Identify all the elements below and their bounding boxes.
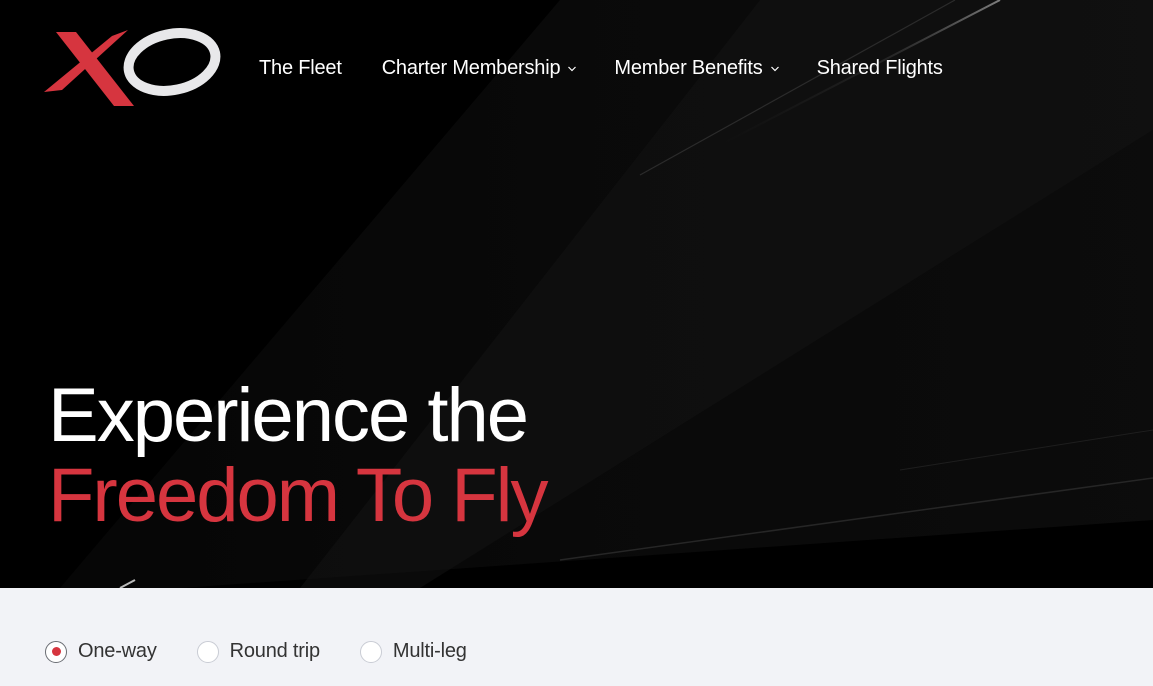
nav-item-label: The Fleet — [259, 56, 342, 79]
trip-type-label: Multi-leg — [392, 640, 467, 662]
booking-panel — [0, 588, 1153, 686]
round-trip-radio[interactable] — [196, 640, 219, 663]
page: The Fleet Charter Membership Member Bene… — [0, 0, 1153, 686]
hero-headline-line-1: Experience the — [48, 373, 529, 458]
trip-type-selector: One-way Round trip Multi-leg — [45, 640, 507, 663]
nav-item-charter-membership[interactable]: Charter Membership — [382, 57, 578, 80]
nav-item-the-fleet[interactable]: The Fleet — [259, 57, 342, 80]
trip-type-label: Round trip — [229, 640, 320, 662]
nav-item-member-benefits[interactable]: Member Benefits — [614, 57, 779, 80]
xo-logo[interactable] — [42, 26, 222, 110]
chevron-down-icon — [770, 66, 779, 72]
hero-headline-line-2: Freedom To Fly — [48, 453, 549, 538]
trip-type-multi-leg[interactable]: Multi-leg — [359, 640, 467, 663]
main-nav: The Fleet Charter Membership Member Bene… — [259, 56, 943, 80]
hero-section: The Fleet Charter Membership Member Bene… — [0, 0, 1153, 588]
trip-type-label: One-way — [78, 640, 157, 662]
nav-item-label: Shared Flights — [816, 56, 943, 79]
trip-type-one-way[interactable]: One-way — [45, 640, 157, 663]
trip-type-round-trip[interactable]: Round trip — [196, 640, 320, 663]
nav-item-shared-flights[interactable]: Shared Flights — [817, 57, 943, 80]
multi-leg-radio[interactable] — [359, 640, 382, 663]
hero-headline: Experience the Freedom To Fly — [48, 373, 549, 538]
one-way-radio[interactable] — [45, 640, 67, 663]
nav-item-label: Member Benefits — [614, 56, 763, 79]
xo-logo-icon — [44, 28, 221, 106]
nav-item-label: Charter Membership — [381, 56, 561, 79]
chevron-down-icon — [568, 66, 577, 72]
